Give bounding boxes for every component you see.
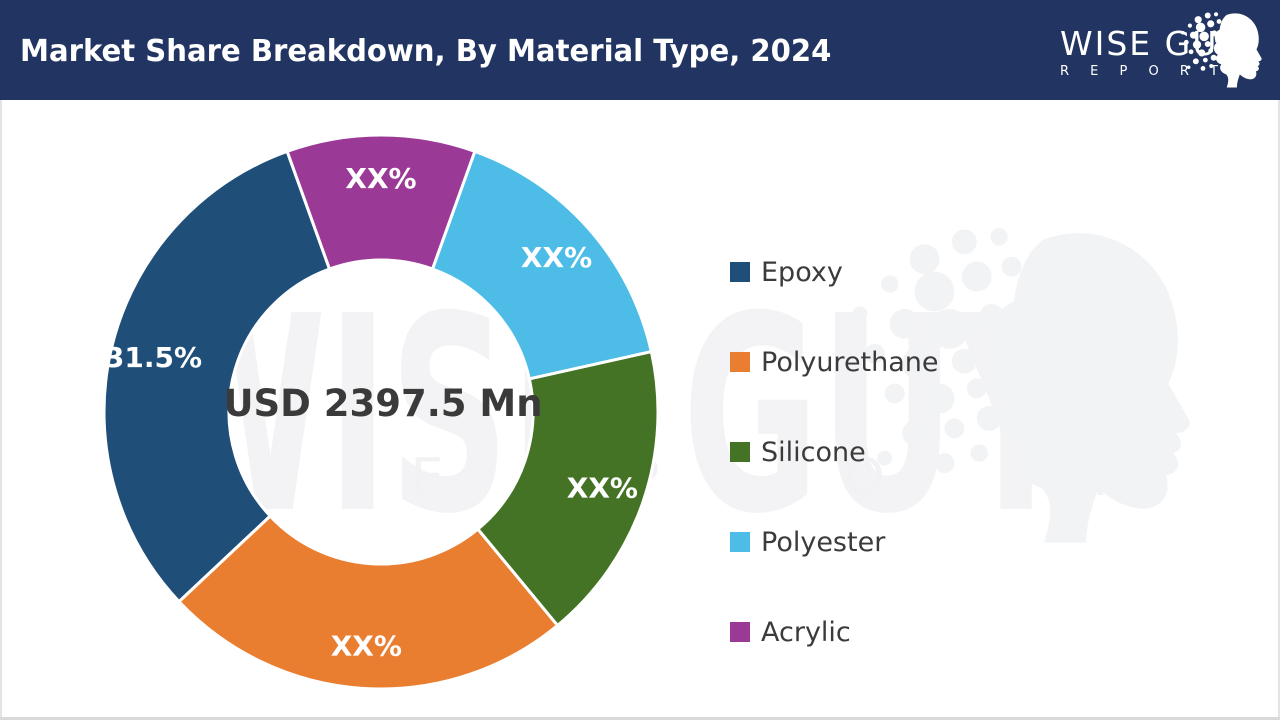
legend-swatch-epoxy (730, 262, 750, 282)
legend-item-polyurethane[interactable]: Polyurethane (730, 346, 939, 378)
donut-slice-epoxy[interactable] (102, 149, 332, 604)
legend-label: Polyester (761, 526, 886, 558)
chart-legend: Epoxy Polyurethane Silicone Polyester Acryli… (730, 256, 939, 708)
slice-label-polyurethane: XX% (331, 629, 402, 662)
slice-label-epoxy: 31.5% (105, 341, 202, 374)
wiseguy-logo: WISE GUY R E P O R T S (1038, 6, 1268, 94)
legend-label: Acrylic (761, 616, 851, 648)
legend-swatch-acrylic (730, 622, 750, 642)
chart-center-value: USD 2397.5 Mn (223, 382, 543, 425)
slice-label-silicone: XX% (567, 472, 638, 505)
page-title: Market Share Breakdown, By Material Type… (20, 34, 832, 69)
legend-item-silicone[interactable]: Silicone (730, 436, 939, 468)
slice-label-acrylic: XX% (345, 162, 416, 195)
chart-canvas: WISE GUY R E P O R T S 31.5%XX%XX%XX%XX%… (0, 100, 1280, 720)
legend-item-polyester[interactable]: Polyester (730, 526, 939, 558)
legend-label: Epoxy (761, 256, 843, 288)
legend-swatch-polyurethane (730, 352, 750, 372)
legend-item-epoxy[interactable]: Epoxy (730, 256, 939, 288)
slice-label-polyester: XX% (521, 241, 592, 274)
legend-label: Silicone (761, 436, 866, 468)
report-page: Market Share Breakdown, By Material Type… (0, 0, 1280, 720)
legend-item-acrylic[interactable]: Acrylic (730, 616, 939, 648)
header-bar: Market Share Breakdown, By Material Type… (0, 0, 1280, 100)
legend-swatch-silicone (730, 442, 750, 462)
legend-swatch-polyester (730, 532, 750, 552)
wiseguy-head-icon (1180, 12, 1262, 88)
legend-label: Polyurethane (761, 346, 939, 378)
